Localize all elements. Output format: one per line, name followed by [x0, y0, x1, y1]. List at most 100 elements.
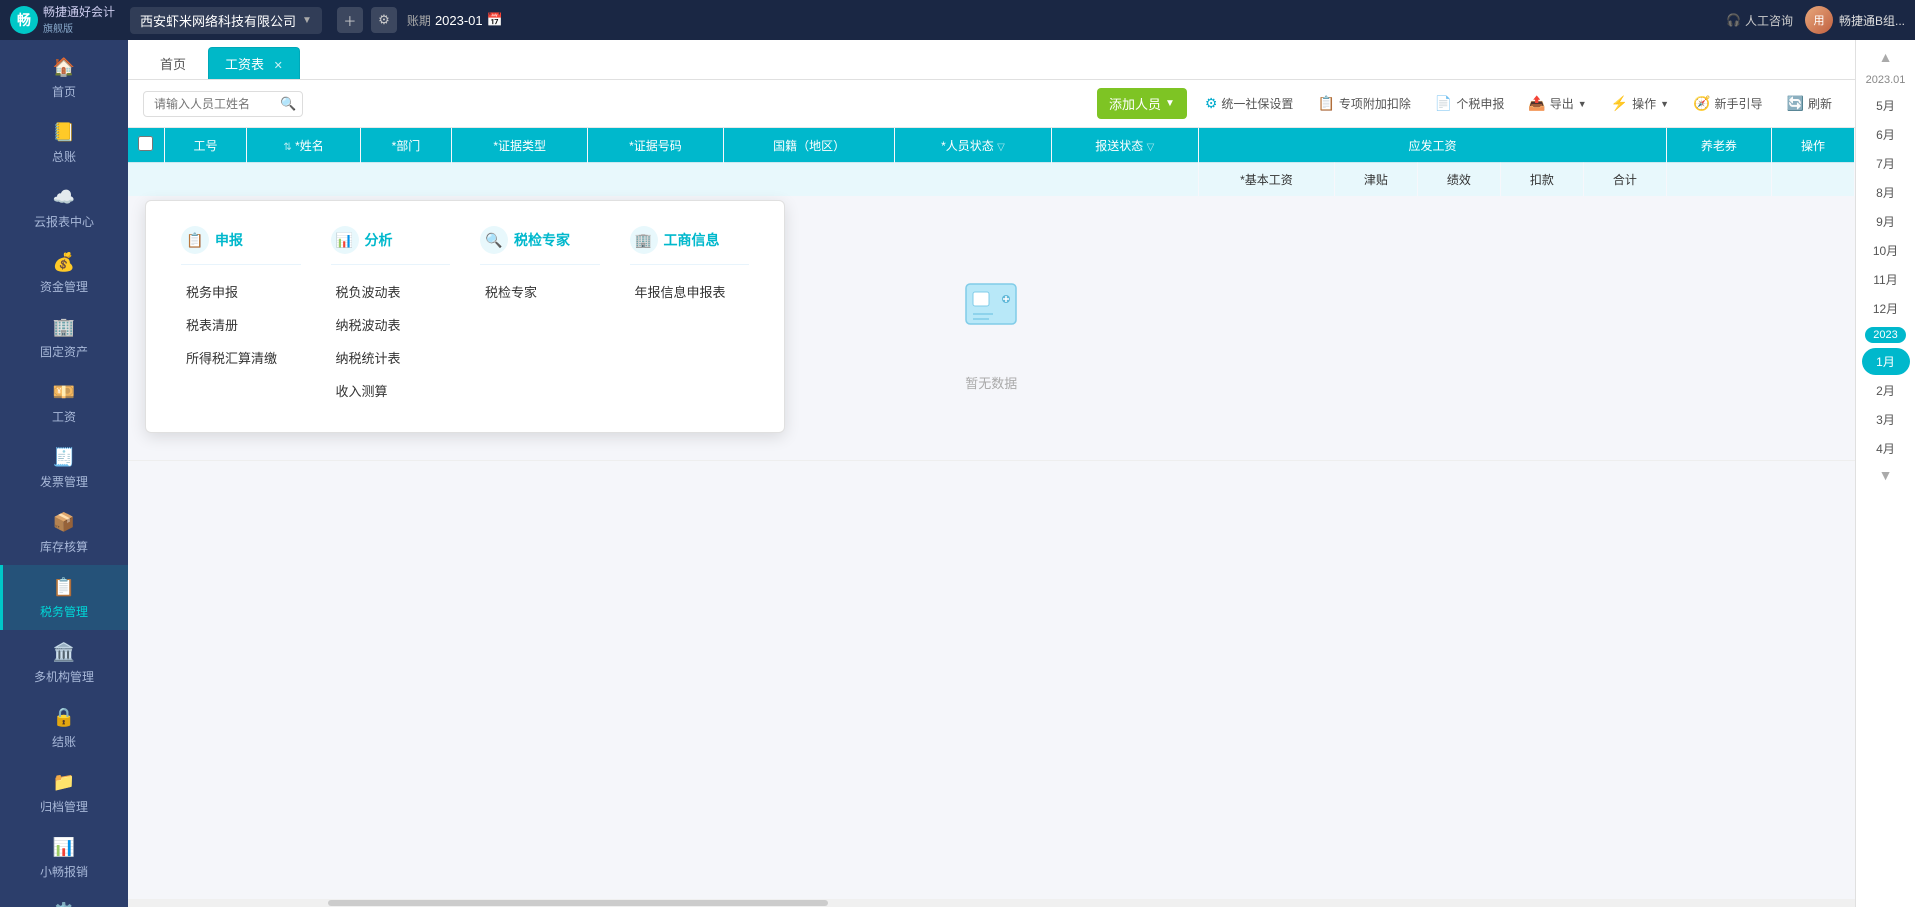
support-btn[interactable]: 🎧 人工咨询: [1726, 12, 1793, 29]
sub-header-subsidy: 津贴: [1334, 163, 1417, 197]
add-person-btn[interactable]: 添加人员 ▼: [1097, 88, 1187, 119]
menu-item-tax-wave[interactable]: 纳税波动表: [331, 308, 451, 341]
cal-month-9[interactable]: 9月: [1862, 208, 1910, 235]
company-selector[interactable]: 西安虾米网络科技有限公司 ▼: [130, 7, 322, 34]
sidebar-item-multi[interactable]: 🏛️ 多机构管理: [0, 630, 128, 695]
calendar-icon[interactable]: 📅: [487, 12, 503, 28]
menu-item-income-calc[interactable]: 收入测算: [331, 374, 451, 407]
cal-month-3[interactable]: 3月: [1862, 406, 1910, 433]
user-name: 畅捷通B组...: [1839, 12, 1905, 29]
operate-btn[interactable]: ⚡ 操作 ▼: [1603, 91, 1677, 116]
menu-section-business: 🏢 工商信息 年报信息申报表: [615, 221, 765, 412]
search-icon[interactable]: 🔍: [280, 96, 296, 112]
sidebar-item-salary[interactable]: 💴 工资: [0, 370, 128, 435]
tax-icon: 📋: [52, 575, 76, 599]
menu-item-tax-form[interactable]: 税表清册: [181, 308, 301, 341]
filter-report-icon[interactable]: ▽: [1147, 142, 1155, 153]
social-label: 统一社保设置: [1221, 95, 1293, 112]
main-layout: 🏠 首页 📒 总账 ☁️ 云报表中心 💰 资金管理 🏢 固定资产 💴 工资 🧾 …: [0, 40, 1915, 907]
cal-month-10[interactable]: 10月: [1862, 237, 1910, 264]
sidebar-item-assets[interactable]: 🏢 固定资产: [0, 305, 128, 370]
menu-item-income-clear[interactable]: 所得税汇算清缴: [181, 341, 301, 374]
header-nation: 国籍（地区）: [723, 128, 894, 163]
header-dept: *部门: [360, 128, 452, 163]
sidebar-item-archive[interactable]: 📁 归档管理: [0, 760, 128, 825]
app-version: 旗舰版: [43, 20, 115, 35]
select-all-header[interactable]: [128, 128, 164, 163]
filter-status-icon[interactable]: ▽: [997, 142, 1005, 153]
close-period-icon: 🔒: [52, 705, 76, 729]
scrollbar-track[interactable]: [128, 899, 1855, 907]
inventory-icon: 📦: [52, 510, 76, 534]
sub-header-op: [1771, 163, 1854, 197]
tax-report-btn[interactable]: 📄 个税申报: [1427, 91, 1512, 116]
menu-item-tax-burden[interactable]: 税负波动表: [331, 275, 451, 308]
cal-month-8[interactable]: 8月: [1862, 179, 1910, 206]
sidebar-item-inventory[interactable]: 📦 库存核算: [0, 500, 128, 565]
sidebar-item-settings[interactable]: ⚙️ 基础设置: [0, 890, 128, 907]
sidebar: 🏠 首页 📒 总账 ☁️ 云报表中心 💰 资金管理 🏢 固定资产 💴 工资 🧾 …: [0, 40, 128, 907]
social-settings-btn[interactable]: ⚙ 统一社保设置: [1197, 91, 1302, 116]
menu-item-tax-declare[interactable]: 税务申报: [181, 275, 301, 308]
report-icon: 📊: [52, 835, 76, 859]
sidebar-label-fund: 资金管理: [40, 278, 88, 295]
header-status: *人员状态 ▽: [895, 128, 1051, 163]
tab-salary-close[interactable]: ✕: [274, 60, 283, 72]
search-input[interactable]: [154, 97, 274, 111]
user-info[interactable]: 用 畅捷通B组...: [1805, 6, 1905, 34]
tab-salary[interactable]: 工资表 ✕: [208, 47, 300, 79]
menu-item-tax-expert[interactable]: 税检专家: [480, 275, 600, 308]
cal-month-6[interactable]: 6月: [1862, 121, 1910, 148]
cal-month-12[interactable]: 12月: [1862, 295, 1910, 322]
home-icon: 🏠: [52, 55, 76, 79]
sidebar-item-tax[interactable]: 📋 税务管理: [0, 565, 128, 630]
sidebar-item-close[interactable]: 🔒 结账: [0, 695, 128, 760]
toolbar: 🔍 添加人员 ▼ ⚙ 统一社保设置 📋 专项附加扣除 📄 个税申报: [128, 80, 1855, 128]
cal-scroll-down[interactable]: ▼: [1856, 463, 1915, 487]
tab-home[interactable]: 首页: [143, 47, 203, 79]
scrollbar-thumb[interactable]: [328, 900, 828, 906]
guide-toolbar-icon: 🧭: [1693, 95, 1710, 112]
menu-section-analysis: 📊 分析 税负波动表 纳税波动表 纳税统计表 收入测算: [316, 221, 466, 412]
menu-item-tax-stat[interactable]: 纳税统计表: [331, 341, 451, 374]
sidebar-item-home[interactable]: 🏠 首页: [0, 45, 128, 110]
settings-gear-icon[interactable]: ⚙: [371, 7, 397, 33]
sidebar-item-ledger[interactable]: 📒 总账: [0, 110, 128, 175]
cal-scroll-up[interactable]: ▲: [1856, 45, 1915, 69]
sidebar-label-archive: 归档管理: [40, 798, 88, 815]
toolbar-actions: ⚙ 统一社保设置 📋 专项附加扣除 📄 个税申报 📤 导出 ▼ ⚡: [1197, 91, 1840, 116]
export-arrow: ▼: [1578, 99, 1587, 109]
export-btn[interactable]: 📤 导出 ▼: [1520, 91, 1594, 116]
expert-section-icon: 🔍: [480, 226, 508, 254]
sort-name-icon[interactable]: ⇅: [283, 142, 291, 153]
dropdown-menu: 📋 申报 税务申报 税表清册 所得税汇算清缴 📊 分析 税负波动表 纳税波动表 …: [145, 200, 785, 433]
sub-header-spacer: [128, 163, 1199, 197]
sidebar-item-cloud[interactable]: ☁️ 云报表中心: [0, 175, 128, 240]
special-deduct-btn[interactable]: 📋 专项附加扣除: [1309, 91, 1418, 116]
sidebar-item-invoice[interactable]: 🧾 发票管理: [0, 435, 128, 500]
sub-header-perf: 绩效: [1417, 163, 1500, 197]
tax-report-label: 个税申报: [1456, 95, 1504, 112]
salary-icon: 💴: [52, 380, 76, 404]
add-company-btn[interactable]: ＋: [337, 7, 363, 33]
section-header-declaration: 📋 申报: [181, 226, 301, 265]
section-header-expert: 🔍 税检专家: [480, 226, 600, 265]
export-icon: 📤: [1528, 95, 1545, 112]
cal-month-5[interactable]: 5月: [1862, 92, 1910, 119]
cal-month-1[interactable]: 1月: [1862, 348, 1910, 375]
select-all-checkbox[interactable]: [138, 136, 153, 151]
sidebar-item-report[interactable]: 📊 小畅报销: [0, 825, 128, 890]
menu-item-annual-report[interactable]: 年报信息申报表: [630, 275, 750, 308]
guide-btn[interactable]: 🧭 新手引导: [1685, 91, 1770, 116]
cal-month-11[interactable]: 11月: [1862, 266, 1910, 293]
cal-month-4[interactable]: 4月: [1862, 435, 1910, 462]
sidebar-item-fund[interactable]: 💰 资金管理: [0, 240, 128, 305]
search-box: 🔍: [143, 91, 303, 117]
menu-section-declaration: 📋 申报 税务申报 税表清册 所得税汇算清缴: [166, 221, 316, 412]
cal-month-2[interactable]: 2月: [1862, 377, 1910, 404]
period-label: 账期: [407, 12, 431, 29]
refresh-btn[interactable]: 🔄 刷新: [1779, 91, 1840, 116]
cal-month-7[interactable]: 7月: [1862, 150, 1910, 177]
analysis-title: 分析: [365, 230, 393, 250]
operate-arrow: ▼: [1660, 99, 1669, 109]
